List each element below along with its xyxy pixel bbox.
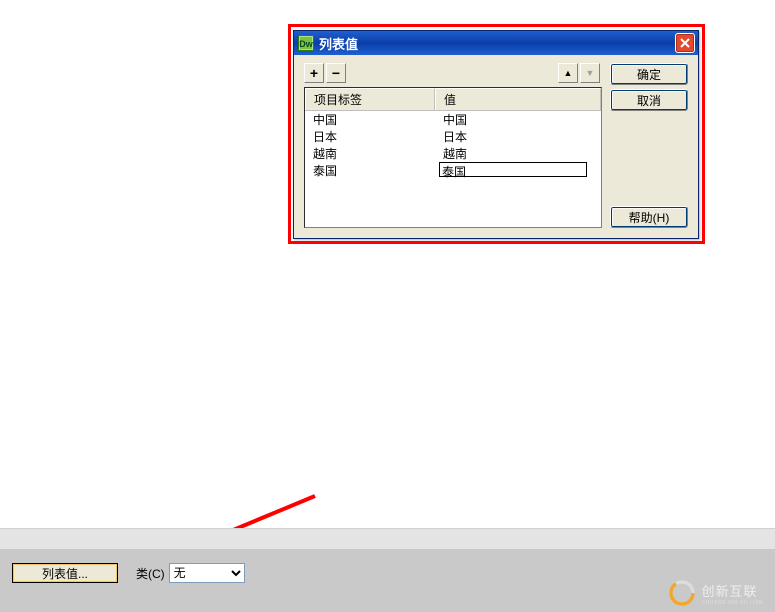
cell-value[interactable]: 越南 (435, 145, 601, 162)
class-label: 类(C) (136, 565, 165, 582)
class-select[interactable]: 无 (169, 563, 245, 583)
move-down-button[interactable]: ▼ (580, 63, 600, 83)
dialog-body: + − ▲ ▼ 项目标签 值 中国 中国 日本 日 (294, 55, 698, 238)
list-values-dialog: Dw 列表值 + − ▲ ▼ 项目标签 值 中国 (293, 30, 699, 239)
properties-panel: 列表值... 类(C) 无 (0, 549, 775, 612)
list-row[interactable]: 越南 越南 (305, 145, 601, 162)
list-row[interactable]: 日本 日本 (305, 128, 601, 145)
remove-item-button[interactable]: − (326, 63, 346, 83)
right-spacer (610, 115, 688, 202)
list-values-button[interactable]: 列表值... (12, 563, 118, 583)
cell-label[interactable]: 日本 (305, 128, 435, 145)
list-row[interactable]: 中国 中国 (305, 111, 601, 128)
column-header-label[interactable]: 项目标签 (305, 88, 435, 110)
list-header: 项目标签 值 (305, 88, 601, 111)
dialog-right-pane: 确定 取消 帮助(H) (610, 63, 688, 228)
list-toolbar: + − ▲ ▼ (304, 63, 602, 83)
cell-label[interactable]: 泰国 (305, 162, 435, 179)
close-button[interactable] (675, 33, 695, 53)
dialog-left-pane: + − ▲ ▼ 项目标签 值 中国 中国 日本 日 (304, 63, 602, 228)
add-item-button[interactable]: + (304, 63, 324, 83)
cell-value[interactable]: 日本 (435, 128, 601, 145)
list-rows: 中国 中国 日本 日本 越南 越南 泰国 泰国 (305, 111, 601, 227)
cell-value[interactable]: 中国 (435, 111, 601, 128)
cell-value-editing[interactable]: 泰国 (439, 162, 587, 177)
move-up-button[interactable]: ▲ (558, 63, 578, 83)
close-icon (680, 38, 690, 48)
dialog-title: 列表值 (319, 34, 675, 53)
cancel-button[interactable]: 取消 (610, 89, 688, 111)
items-list[interactable]: 项目标签 值 中国 中国 日本 日本 越南 越南 (304, 87, 602, 228)
app-icon: Dw (298, 35, 314, 51)
column-header-value[interactable]: 值 (435, 88, 601, 110)
dialog-titlebar[interactable]: Dw 列表值 (294, 31, 698, 55)
ok-button[interactable]: 确定 (610, 63, 688, 85)
cell-label[interactable]: 越南 (305, 145, 435, 162)
list-row[interactable]: 泰国 泰国 (305, 162, 601, 179)
panel-gap (0, 529, 775, 549)
cell-label[interactable]: 中国 (305, 111, 435, 128)
help-button[interactable]: 帮助(H) (610, 206, 688, 228)
